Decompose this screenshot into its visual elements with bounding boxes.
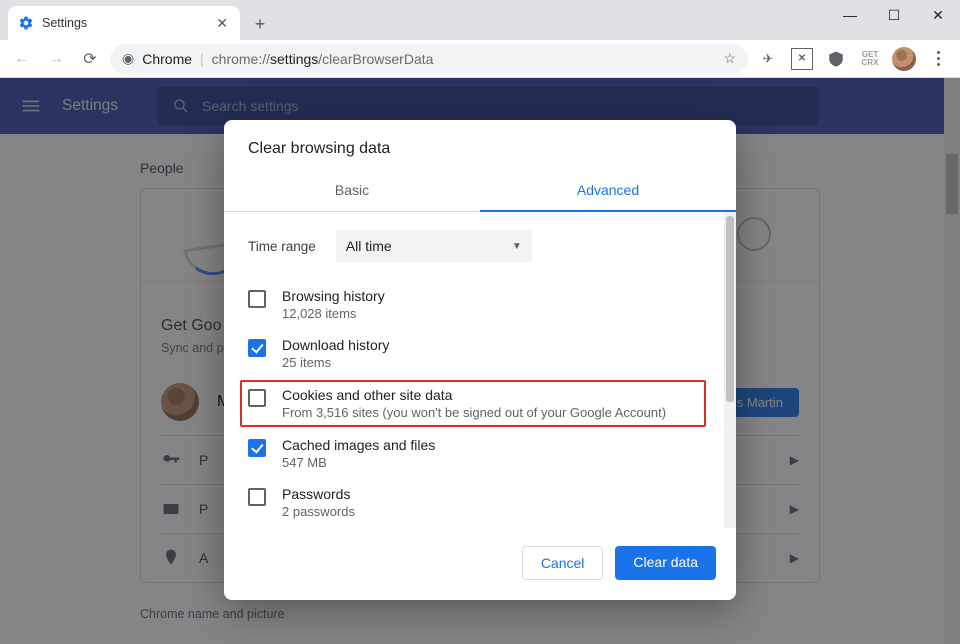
- tab-title: Settings: [42, 16, 206, 30]
- chevron-down-icon: ▼: [512, 241, 522, 252]
- forward-button[interactable]: →: [42, 45, 70, 73]
- time-range-select[interactable]: All time ▼: [336, 230, 532, 262]
- browser-tab[interactable]: Settings ✕: [8, 6, 240, 40]
- time-range-row: Time range All time ▼: [224, 212, 722, 272]
- maximize-button[interactable]: ☐: [872, 0, 916, 30]
- checkbox[interactable]: [248, 290, 266, 308]
- settings-gear-icon: [18, 15, 34, 31]
- close-window-button[interactable]: ✕: [916, 0, 960, 30]
- url-path: chrome://settings/clearBrowserData: [212, 51, 434, 67]
- window-controls: — ☐ ✕: [828, 0, 960, 30]
- checkbox[interactable]: [248, 439, 266, 457]
- new-tab-button[interactable]: +: [246, 10, 274, 38]
- tab-basic[interactable]: Basic: [224, 172, 480, 212]
- titlebar: Settings ✕ + — ☐ ✕: [0, 0, 960, 40]
- address-bar[interactable]: ◉ Chrome | chrome://settings/clearBrowse…: [110, 44, 748, 74]
- checkbox[interactable]: [248, 389, 266, 407]
- extension-icon-1[interactable]: ✈: [754, 45, 782, 73]
- url-prefix: Chrome: [142, 51, 192, 67]
- clear-browsing-data-dialog: Clear browsing data Basic Advanced Time …: [224, 120, 736, 600]
- cancel-button[interactable]: Cancel: [522, 546, 604, 580]
- option-download-history[interactable]: Download history25 items: [240, 329, 706, 378]
- site-info-icon[interactable]: ◉: [122, 50, 134, 67]
- clear-data-button[interactable]: Clear data: [615, 546, 716, 580]
- dialog-body: Time range All time ▼ Browsing history12…: [224, 212, 736, 528]
- minimize-button[interactable]: —: [828, 0, 872, 30]
- dialog-actions: Cancel Clear data: [224, 528, 736, 600]
- chrome-menu-button[interactable]: [924, 51, 952, 66]
- reload-button[interactable]: ⟳: [76, 45, 104, 73]
- option-cached-images[interactable]: Cached images and files547 MB: [240, 429, 706, 478]
- tab-advanced[interactable]: Advanced: [480, 172, 736, 212]
- checkbox[interactable]: [248, 488, 266, 506]
- profile-avatar[interactable]: [890, 45, 918, 73]
- time-range-value: All time: [346, 238, 392, 254]
- dialog-scrollbar[interactable]: [724, 212, 736, 528]
- option-cookies[interactable]: Cookies and other site dataFrom 3,516 si…: [240, 380, 706, 427]
- extension-icon-2[interactable]: ✕: [788, 45, 816, 73]
- checkbox[interactable]: [248, 339, 266, 357]
- bookmark-star-icon[interactable]: ☆: [723, 50, 736, 67]
- dialog-title: Clear browsing data: [224, 120, 736, 172]
- option-passwords[interactable]: Passwords2 passwords: [240, 478, 706, 527]
- extension-icon-crx[interactable]: GET CRX: [856, 45, 884, 73]
- option-autofill-partial[interactable]: Autofill form data: [240, 527, 706, 528]
- extension-icon-3[interactable]: [822, 45, 850, 73]
- options-list: Browsing history12,028 items Download hi…: [224, 272, 722, 528]
- back-button[interactable]: ←: [8, 45, 36, 73]
- tab-close-icon[interactable]: ✕: [214, 13, 230, 34]
- time-range-label: Time range: [248, 239, 316, 254]
- url-separator: |: [200, 51, 204, 67]
- option-browsing-history[interactable]: Browsing history12,028 items: [240, 280, 706, 329]
- dialog-tabs: Basic Advanced: [224, 172, 736, 212]
- toolbar: ← → ⟳ ◉ Chrome | chrome://settings/clear…: [0, 40, 960, 78]
